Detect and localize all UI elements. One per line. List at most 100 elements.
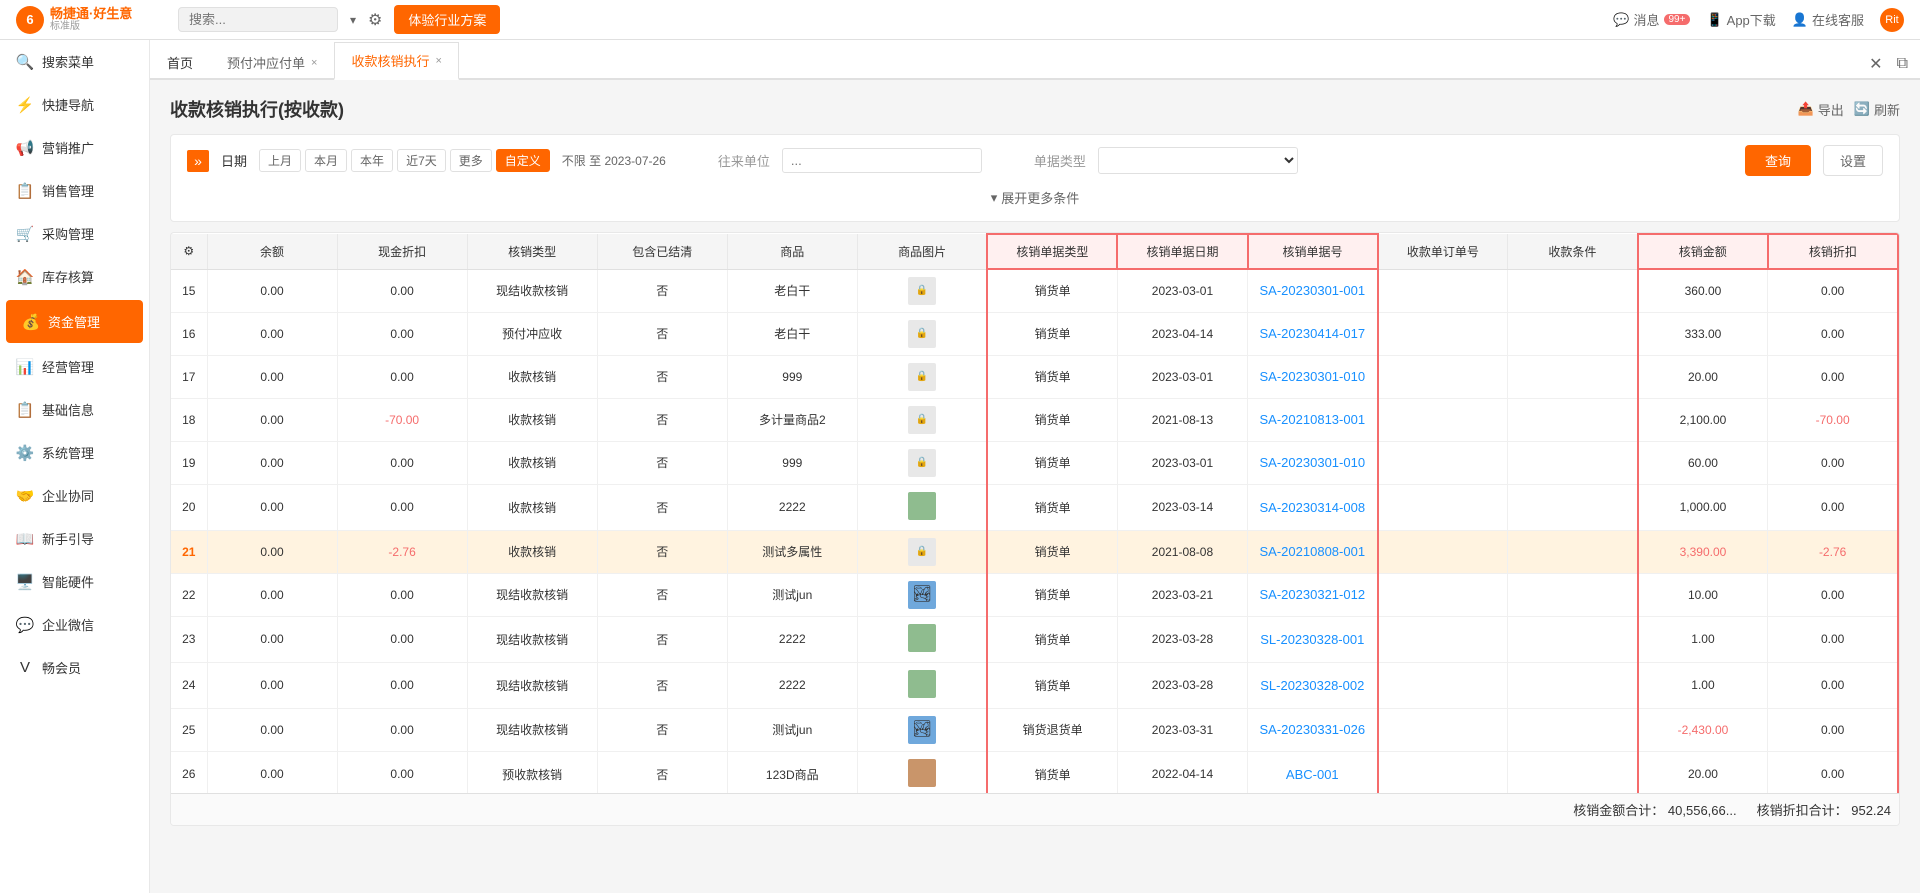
online-service-item[interactable]: 👤 在线客服: [1792, 10, 1864, 29]
table-row: 180.00-70.00收款核销否多计量商品2🔒销货单2021-08-13SA-…: [171, 398, 1898, 441]
settings-icon[interactable]: ⚙: [368, 10, 382, 30]
search-dropdown[interactable]: ▾: [350, 13, 356, 27]
chevron-down-icon: ▾: [991, 190, 998, 206]
tab-home[interactable]: 首页: [150, 44, 210, 80]
maximize-window-icon[interactable]: ⧉: [1893, 51, 1912, 77]
bill-no-cell[interactable]: SA-20210808-001: [1248, 530, 1378, 573]
sidebar-item-wechat[interactable]: 💬 企业微信: [0, 603, 149, 646]
date-btn-7days[interactable]: 近7天: [397, 149, 446, 172]
refresh-icon: 🔄: [1854, 101, 1870, 117]
solution-button[interactable]: 体验行业方案: [394, 5, 500, 34]
product-cell: 2222: [727, 662, 857, 708]
bill-date-cell: 2023-03-01: [1117, 441, 1247, 484]
sidebar-item-search[interactable]: 🔍 搜索菜单: [0, 40, 149, 83]
expand-more-btn[interactable]: ▾ 展开更多条件: [187, 184, 1883, 211]
bill-no-cell[interactable]: SA-20230301-010: [1248, 441, 1378, 484]
bill-no-cell[interactable]: ABC-001: [1248, 751, 1378, 793]
sidebar-item-system[interactable]: ⚙️ 系统管理: [0, 431, 149, 474]
filter-date-buttons: 上月 本月 本年 近7天 更多 自定义: [259, 149, 550, 172]
th-condition: 收款条件: [1508, 234, 1638, 269]
bill-no-cell[interactable]: SA-20230301-010: [1248, 355, 1378, 398]
bill-no-cell[interactable]: SA-20230414-017: [1248, 312, 1378, 355]
product-img-cell: [857, 662, 987, 708]
discount-cell: 0.00: [1768, 708, 1898, 751]
filter-partner-label: 往来单位: [718, 151, 770, 170]
message-item[interactable]: 💬 消息 99+: [1613, 10, 1690, 29]
sidebar-item-basicinfo[interactable]: 📋 基础信息: [0, 388, 149, 431]
bill-date-cell: 2021-08-13: [1117, 398, 1247, 441]
tab-collection[interactable]: 收款核销执行 ×: [334, 42, 458, 80]
sidebar-item-enterprise[interactable]: 🤝 企业协同: [0, 474, 149, 517]
bill-date-cell: 2021-08-08: [1117, 530, 1247, 573]
included-cell: 否: [597, 441, 727, 484]
refresh-button[interactable]: 🔄 刷新: [1854, 100, 1900, 119]
bill-no-cell[interactable]: SA-20230314-008: [1248, 484, 1378, 530]
sidebar-item-inventory[interactable]: 🏠 库存核算: [0, 255, 149, 298]
sidebar-item-finance[interactable]: 💰 资金管理: [6, 300, 143, 343]
bill-no-cell[interactable]: SL-20230328-001: [1248, 616, 1378, 662]
sidebar-item-member[interactable]: V 畅会员: [0, 646, 149, 689]
query-button[interactable]: 查询: [1745, 145, 1811, 176]
bill-type-cell: 销货单: [987, 662, 1117, 708]
table-row: 170.000.00收款核销否999🔒销货单2023-03-01SA-20230…: [171, 355, 1898, 398]
app-icon: 📱: [1706, 12, 1722, 28]
cash-discount-cell: -2.76: [337, 530, 467, 573]
guide-icon: 📖: [16, 530, 34, 548]
sidebar-item-quicknav[interactable]: ⚡ 快捷导航: [0, 83, 149, 126]
sidebar-label-hardware: 智能硬件: [42, 572, 94, 591]
cash-discount-cell: 0.00: [337, 751, 467, 793]
row-id: 23: [171, 616, 207, 662]
logo-icon: 6: [16, 6, 44, 34]
date-btn-custom[interactable]: 自定义: [496, 149, 550, 172]
tab-prepay[interactable]: 预付冲应付单 ×: [210, 44, 334, 80]
tab-collection-close[interactable]: ×: [435, 55, 441, 67]
close-window-icon[interactable]: ✕: [1865, 50, 1886, 78]
bill-type-cell: 销货单: [987, 573, 1117, 616]
date-btn-thisyear[interactable]: 本年: [351, 149, 393, 172]
amount-cell: 20.00: [1638, 751, 1768, 793]
product-cell: 123D商品: [727, 751, 857, 793]
bill-type-select[interactable]: [1098, 147, 1298, 174]
included-cell: 否: [597, 312, 727, 355]
sidebar-item-hardware[interactable]: 🖥️ 智能硬件: [0, 560, 149, 603]
th-discount: 核销折扣: [1768, 234, 1898, 269]
data-table-container: ⚙ 余额 现金折扣 核销类型 包含已结清 商品 商品图片 核销单据类型 核销单据…: [170, 232, 1900, 826]
app-download-label: App下载: [1727, 10, 1776, 29]
date-btn-thismonth[interactable]: 本月: [305, 149, 347, 172]
sidebar-item-sales[interactable]: 📋 销售管理: [0, 169, 149, 212]
type-cell: 预付冲应收: [467, 312, 597, 355]
bill-no-cell[interactable]: SA-20230301-001: [1248, 269, 1378, 312]
app-download-item[interactable]: 📱 App下载: [1706, 10, 1775, 29]
user-avatar[interactable]: Rit: [1880, 8, 1904, 32]
basicinfo-icon: 📋: [16, 401, 34, 419]
bill-date-cell: 2023-03-31: [1117, 708, 1247, 751]
table-scroll-area[interactable]: ⚙ 余额 现金折扣 核销类型 包含已结清 商品 商品图片 核销单据类型 核销单据…: [171, 233, 1899, 793]
export-button[interactable]: 📤 导出: [1798, 100, 1844, 119]
sidebar-label-quicknav: 快捷导航: [42, 95, 94, 114]
bill-type-cell: 销货单: [987, 751, 1117, 793]
sidebar-label-member: 畅会员: [42, 658, 81, 677]
table-row: 230.000.00现结收款核销否2222销货单2023-03-28SL-202…: [171, 616, 1898, 662]
date-btn-lastmonth[interactable]: 上月: [259, 149, 301, 172]
sidebar-label-sales: 销售管理: [42, 181, 94, 200]
amount-cell: 60.00: [1638, 441, 1768, 484]
sidebar-item-guide[interactable]: 📖 新手引导: [0, 517, 149, 560]
sidebar-item-marketing[interactable]: 📢 营销推广: [0, 126, 149, 169]
system-icon: ⚙️: [16, 444, 34, 462]
filter-expand-button[interactable]: »: [187, 150, 209, 172]
tab-prepay-close[interactable]: ×: [311, 57, 317, 69]
sidebar-item-purchase[interactable]: 🛒 采购管理: [0, 212, 149, 255]
bill-no-cell[interactable]: SA-20210813-001: [1248, 398, 1378, 441]
partner-input[interactable]: [782, 148, 982, 173]
bill-no-cell[interactable]: SL-20230328-002: [1248, 662, 1378, 708]
sidebar-item-management[interactable]: 📊 经营管理: [0, 345, 149, 388]
table-body: 150.000.00现结收款核销否老白干🔒销货单2023-03-01SA-202…: [171, 269, 1898, 793]
search-input[interactable]: [178, 7, 338, 32]
footer-discount: 核销折扣合计： 952.24: [1757, 800, 1891, 819]
bill-no-cell[interactable]: SA-20230321-012: [1248, 573, 1378, 616]
cash-discount-cell: 0.00: [337, 312, 467, 355]
setting-button[interactable]: 设置: [1823, 145, 1883, 176]
bill-no-cell[interactable]: SA-20230331-026: [1248, 708, 1378, 751]
product-cell: 999: [727, 441, 857, 484]
date-btn-more[interactable]: 更多: [450, 149, 492, 172]
